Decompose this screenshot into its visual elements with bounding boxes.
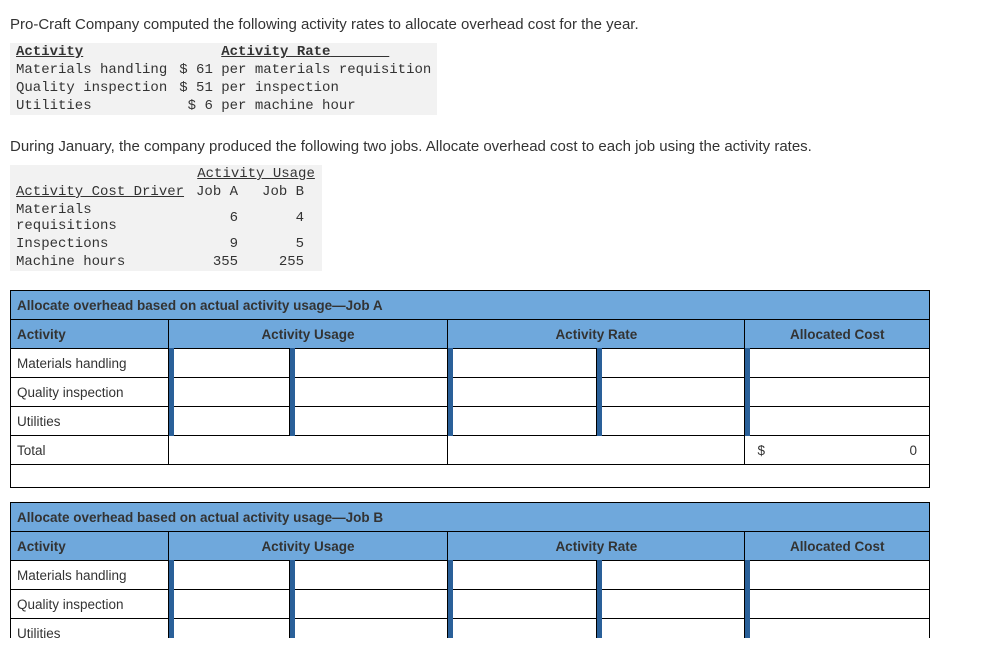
alloc-header-usage: Activity Usage — [168, 532, 447, 561]
alloc-rate-input[interactable] — [448, 349, 597, 378]
alloc-cost-input[interactable] — [745, 619, 930, 639]
alloc-usage-unit-input[interactable] — [290, 561, 448, 590]
alloc-header-activity: Activity — [11, 320, 169, 349]
alloc-usage-input[interactable] — [168, 407, 290, 436]
alloc-rate-input[interactable] — [448, 619, 597, 639]
alloc-usage-unit-input[interactable] — [290, 378, 448, 407]
usage-job-b-header: Job B — [256, 183, 322, 201]
alloc-total-label: Total — [11, 436, 169, 465]
usage-driver-header: Activity Cost Driver — [10, 183, 190, 201]
alloc-table-job-a: Allocate overhead based on actual activi… — [10, 290, 930, 488]
alloc-row-label: Quality inspection — [11, 590, 169, 619]
rates-row-activity: Materials handling — [10, 61, 173, 79]
usage-a: 6 — [190, 201, 256, 235]
alloc-rate-input[interactable] — [448, 590, 597, 619]
alloc-title-a: Allocate overhead based on actual activi… — [11, 291, 930, 320]
alloc-usage-unit-input[interactable] — [290, 619, 448, 639]
rates-row-activity: Utilities — [10, 97, 173, 115]
alloc-row-label: Materials handling — [11, 349, 169, 378]
alloc-header-activity: Activity — [11, 532, 169, 561]
rates-row-rate: $ 51 per inspection — [173, 79, 437, 97]
alloc-total-cost: $ 0 — [745, 436, 930, 465]
alloc-header-rate: Activity Rate — [448, 532, 745, 561]
alloc-rate-unit-input[interactable] — [596, 378, 745, 407]
alloc-cost-input[interactable] — [745, 561, 930, 590]
intro-text-2: During January, the company produced the… — [10, 138, 997, 155]
intro-text-1: Pro-Craft Company computed the following… — [10, 16, 997, 33]
alloc-rate-unit-input[interactable] — [596, 590, 745, 619]
rates-row-rate: $ 61 per materials requisition — [173, 61, 437, 79]
alloc-rate-unit-input[interactable] — [596, 619, 745, 639]
alloc-rate-unit-input[interactable] — [596, 349, 745, 378]
usage-job-a-header: Job A — [190, 183, 256, 201]
activity-rates-table: Activity Activity Rate Materials handlin… — [10, 43, 437, 115]
alloc-rate-input[interactable] — [448, 378, 597, 407]
alloc-rate-input[interactable] — [448, 407, 597, 436]
usage-b: 5 — [256, 235, 322, 253]
rates-row-rate: $ 6 per machine hour — [173, 97, 437, 115]
alloc-row-label: Materials handling — [11, 561, 169, 590]
rates-header-activity: Activity — [10, 43, 173, 61]
alloc-cost-input[interactable] — [745, 349, 930, 378]
alloc-row-label: Utilities — [11, 407, 169, 436]
alloc-rate-unit-input[interactable] — [596, 561, 745, 590]
alloc-table-job-b: Allocate overhead based on actual activi… — [10, 502, 930, 638]
alloc-usage-input[interactable] — [168, 349, 290, 378]
alloc-usage-input[interactable] — [168, 378, 290, 407]
alloc-row-label: Quality inspection — [11, 378, 169, 407]
usage-b: 255 — [256, 253, 322, 271]
rates-header-rate: Activity Rate — [173, 43, 437, 61]
total-value: 0 — [909, 443, 917, 458]
rates-row-activity: Quality inspection — [10, 79, 173, 97]
alloc-usage-input[interactable] — [168, 561, 290, 590]
alloc-usage-unit-input[interactable] — [290, 407, 448, 436]
alloc-title-b: Allocate overhead based on actual activi… — [11, 503, 930, 532]
alloc-header-cost: Allocated Cost — [745, 320, 930, 349]
usage-a: 9 — [190, 235, 256, 253]
alloc-cost-input[interactable] — [745, 590, 930, 619]
usage-a: 355 — [190, 253, 256, 271]
alloc-header-cost: Allocated Cost — [745, 532, 930, 561]
activity-usage-table: Activity Usage Activity Cost Driver Job … — [10, 165, 322, 271]
total-currency-symbol: $ — [757, 443, 765, 458]
usage-super-header: Activity Usage — [190, 165, 322, 183]
alloc-usage-input[interactable] — [168, 619, 290, 639]
alloc-cost-input[interactable] — [745, 378, 930, 407]
alloc-header-usage: Activity Usage — [168, 320, 447, 349]
usage-driver: Inspections — [10, 235, 190, 253]
alloc-usage-unit-input[interactable] — [290, 349, 448, 378]
usage-b: 4 — [256, 201, 322, 235]
usage-driver: Materials requisitions — [10, 201, 190, 235]
alloc-rate-input[interactable] — [448, 561, 597, 590]
alloc-header-rate: Activity Rate — [448, 320, 745, 349]
alloc-rate-unit-input[interactable] — [596, 407, 745, 436]
alloc-row-label: Utilities — [11, 619, 169, 639]
alloc-cost-input[interactable] — [745, 407, 930, 436]
usage-driver: Machine hours — [10, 253, 190, 271]
alloc-usage-unit-input[interactable] — [290, 590, 448, 619]
alloc-usage-input[interactable] — [168, 590, 290, 619]
